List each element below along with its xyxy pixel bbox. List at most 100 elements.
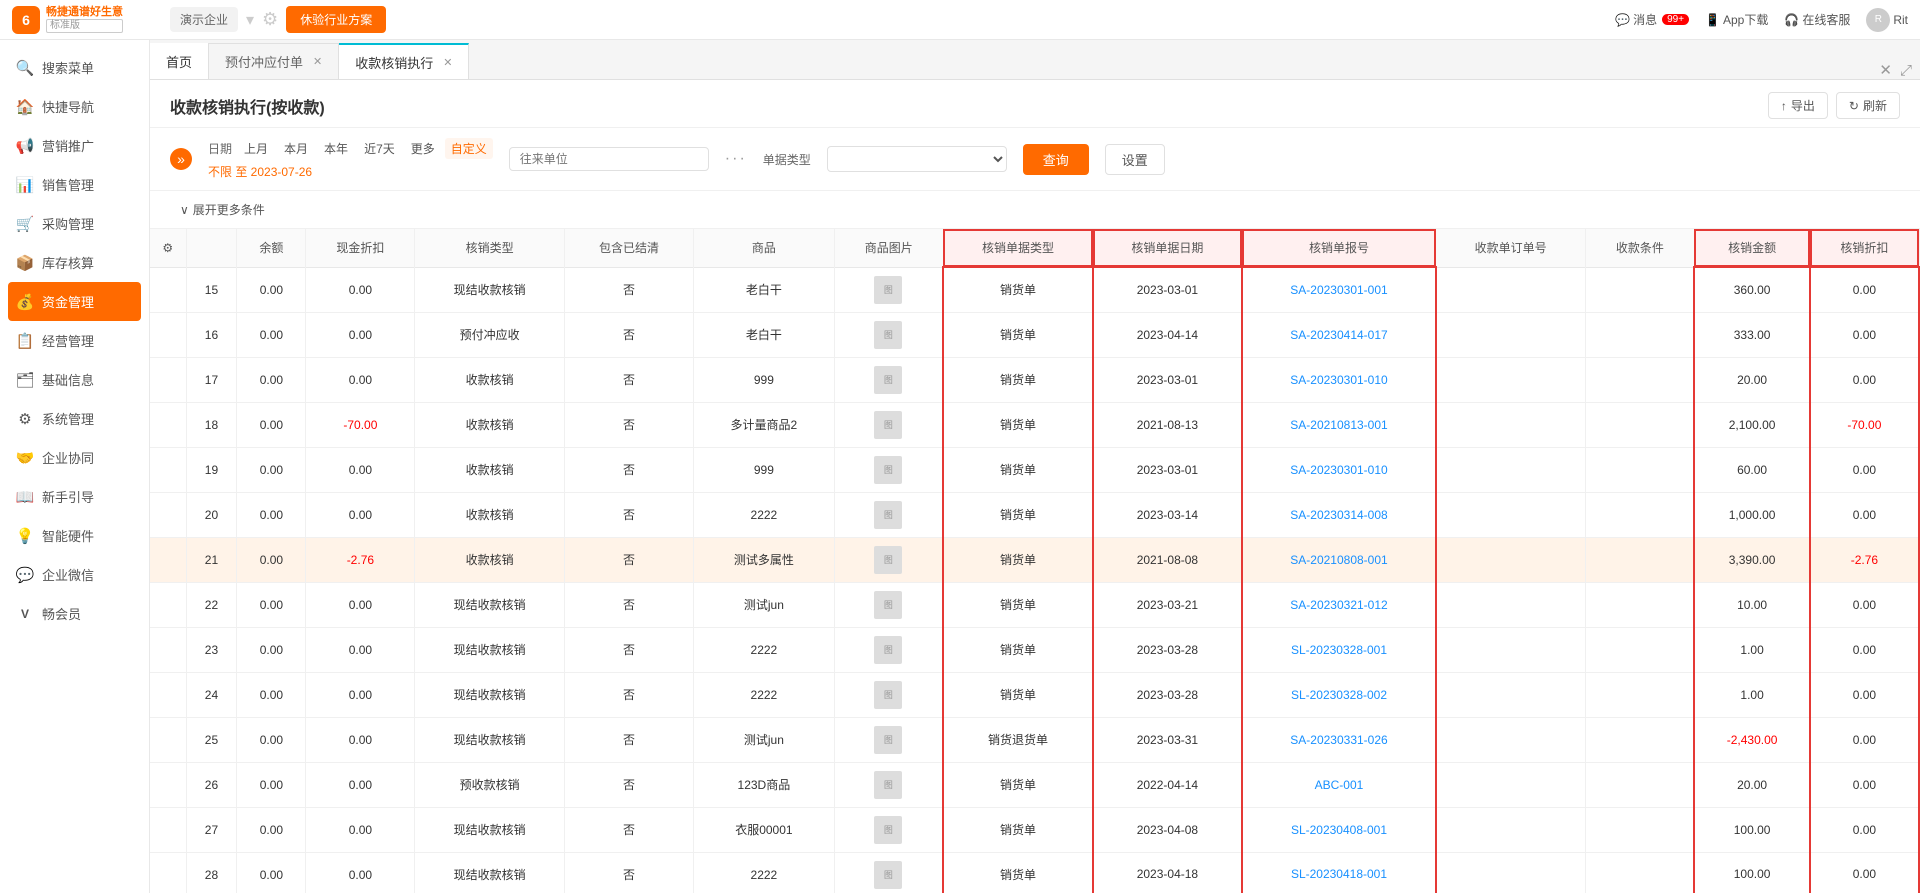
bill-no-link[interactable]: SA-20230331-026 — [1290, 733, 1387, 747]
sidebar-item-inventory[interactable]: 📦 库存核算 — [0, 243, 149, 282]
verify-type-cell: 现结收款核销 — [415, 267, 564, 312]
gear-cell[interactable] — [150, 492, 186, 537]
sidebar-item-search[interactable]: 🔍 搜索菜单 — [0, 48, 149, 87]
bill-no-link[interactable]: SA-20210813-001 — [1290, 418, 1387, 432]
receipt-cond-cell — [1585, 852, 1694, 893]
gear-column-header[interactable]: ⚙ — [150, 229, 186, 267]
goods-cell: 2222 — [694, 672, 834, 717]
sidebar-item-system[interactable]: ⚙ 系统管理 — [0, 399, 149, 438]
sidebar-item-collab[interactable]: 🤝 企业协同 — [0, 438, 149, 477]
date-opt-this-year[interactable]: 本年 — [318, 138, 354, 159]
sidebar-item-marketing[interactable]: 📢 营销推广 — [0, 126, 149, 165]
purchase-icon: 🛒 — [16, 215, 34, 233]
tab-close-all-icon[interactable]: ✕ — [1879, 61, 1892, 79]
gear-cell[interactable] — [150, 672, 186, 717]
goods-cell: 2222 — [694, 492, 834, 537]
partner-filter-dots: ··· — [725, 150, 747, 168]
page-title: 收款核销执行(按收款) — [170, 94, 325, 118]
bill-no-link[interactable]: SA-20230301-010 — [1290, 463, 1387, 477]
industry-btn[interactable]: 休验行业方案 — [286, 6, 386, 33]
sidebar-item-operations[interactable]: 📋 经营管理 — [0, 321, 149, 360]
app-download-item[interactable]: 📱 App下载 — [1705, 11, 1768, 28]
gear-cell[interactable] — [150, 537, 186, 582]
operations-icon: 📋 — [16, 332, 34, 350]
sidebar-item-guide[interactable]: 📖 新手引导 — [0, 477, 149, 516]
dropdown-arrow-icon[interactable]: ▾ — [246, 10, 254, 30]
top-right: 💬 消息 99+ 📱 App下载 🎧 在线客服 R Rit — [1615, 8, 1908, 32]
bill-no-link[interactable]: SL-20230418-001 — [1291, 867, 1387, 881]
bill-no-link[interactable]: SL-20230328-001 — [1291, 643, 1387, 657]
message-item[interactable]: 💬 消息 99+ — [1615, 11, 1689, 28]
setting-button[interactable]: 设置 — [1105, 144, 1165, 175]
sidebar-item-wechat[interactable]: 💬 企业微信 — [0, 555, 149, 594]
tab-prepay[interactable]: 预付冲应付单 ✕ — [209, 43, 339, 79]
bill-no-link[interactable]: SA-20230314-008 — [1290, 508, 1387, 522]
included-cell: 否 — [564, 852, 693, 893]
gear-cell[interactable] — [150, 852, 186, 893]
tab-receipt-close-icon[interactable]: ✕ — [443, 56, 452, 69]
bill-date-cell: 2022-04-14 — [1093, 762, 1242, 807]
date-opt-7days[interactable]: 近7天 — [358, 138, 401, 159]
gear-cell[interactable] — [150, 357, 186, 402]
bill-no-link[interactable]: SL-20230408-001 — [1291, 823, 1387, 837]
bill-no-link[interactable]: ABC-001 — [1315, 778, 1364, 792]
gear-cell[interactable] — [150, 627, 186, 672]
goods-img-cell: 图 — [834, 267, 943, 312]
refresh-button[interactable]: ↻ 刷新 — [1836, 92, 1900, 119]
date-opt-this-month[interactable]: 本月 — [278, 138, 314, 159]
gear-cell[interactable] — [150, 447, 186, 492]
online-service-item[interactable]: 🎧 在线客服 — [1784, 11, 1850, 28]
seq-cell: 19 — [186, 447, 237, 492]
gear-cell[interactable] — [150, 762, 186, 807]
sidebar-item-nav[interactable]: 🏠 快捷导航 — [0, 87, 149, 126]
bill-type-cell: 销货单 — [943, 537, 1092, 582]
receipt-cond-cell — [1585, 267, 1694, 312]
seq-cell: 17 — [186, 357, 237, 402]
bill-no-link[interactable]: SA-20230301-001 — [1290, 283, 1387, 297]
bill-no-cell: SA-20230331-026 — [1242, 717, 1436, 762]
gear-cell[interactable] — [150, 807, 186, 852]
table-row: 27 0.00 0.00 现结收款核销 否 衣服00001 图 销货单 2023… — [150, 807, 1919, 852]
user-item[interactable]: R Rit — [1866, 8, 1908, 32]
cash-discount-cell: 0.00 — [306, 267, 415, 312]
bill-no-link[interactable]: SA-20230321-012 — [1290, 598, 1387, 612]
date-custom-btn[interactable]: 自定义 — [445, 138, 493, 159]
export-button[interactable]: ↑ 导出 — [1768, 92, 1828, 119]
gear-cell[interactable] — [150, 267, 186, 312]
bill-no-link[interactable]: SL-20230328-002 — [1291, 688, 1387, 702]
filter-toggle-button[interactable]: » — [170, 148, 192, 170]
gear-cell[interactable] — [150, 312, 186, 357]
bill-no-link[interactable]: SA-20230301-010 — [1290, 373, 1387, 387]
company-name[interactable]: 演示企业 — [170, 7, 238, 32]
date-opt-last-month[interactable]: 上月 — [238, 138, 274, 159]
settings-icon[interactable]: ⚙ — [262, 9, 278, 30]
gear-cell[interactable] — [150, 402, 186, 447]
sidebar-item-member[interactable]: V 畅会员 — [0, 594, 149, 633]
tab-receipt-verify[interactable]: 收款核销执行 ✕ — [339, 43, 469, 79]
sidebar-item-basic-info[interactable]: 🗂 基础信息 — [0, 360, 149, 399]
query-button[interactable]: 查询 — [1023, 144, 1089, 175]
cash-discount-cell: 0.00 — [306, 582, 415, 627]
date-filter-label: 日期 — [208, 140, 232, 157]
tab-maximize-icon[interactable]: ⤢ — [1900, 62, 1912, 79]
bill-type-select[interactable] — [827, 146, 1007, 172]
gear-cell[interactable] — [150, 717, 186, 762]
sidebar-item-finance[interactable]: 💰 资金管理 — [8, 282, 141, 321]
bill-no-link[interactable]: SA-20230414-017 — [1290, 328, 1387, 342]
expand-conditions-btn[interactable]: ∨ 展开更多条件 — [170, 197, 1900, 222]
bill-no-link[interactable]: SA-20210808-001 — [1290, 553, 1387, 567]
tab-prepay-close-icon[interactable]: ✕ — [313, 55, 322, 68]
bill-type-cell: 销货单 — [943, 492, 1092, 537]
sidebar-item-hardware[interactable]: 💡 智能硬件 — [0, 516, 149, 555]
bill-type-cell: 销货单 — [943, 357, 1092, 402]
gear-cell[interactable] — [150, 582, 186, 627]
verify-discount-cell: 0.00 — [1810, 492, 1919, 537]
date-opt-more[interactable]: 更多 — [405, 138, 441, 159]
sidebar-item-purchase[interactable]: 🛒 采购管理 — [0, 204, 149, 243]
partner-input[interactable] — [509, 147, 709, 171]
sidebar-item-sales[interactable]: 📊 销售管理 — [0, 165, 149, 204]
tab-home[interactable]: 首页 — [150, 43, 209, 79]
sidebar-label-hardware: 智能硬件 — [42, 526, 94, 545]
verify-discount-cell: 0.00 — [1810, 672, 1919, 717]
balance-cell: 0.00 — [237, 762, 306, 807]
